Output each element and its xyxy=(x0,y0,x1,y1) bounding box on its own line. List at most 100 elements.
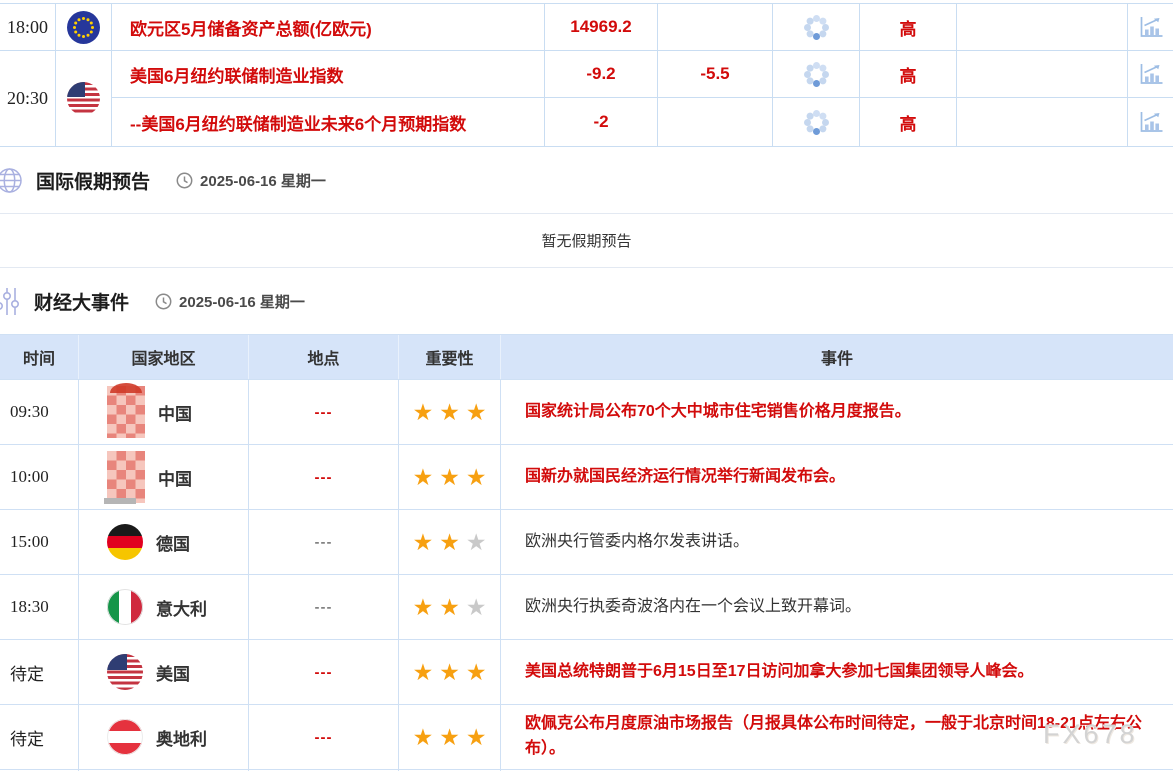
importance-level: 高 xyxy=(860,4,956,50)
events-section-date: 2025-06-16 星期一 xyxy=(155,291,305,312)
previous-value-cell xyxy=(773,98,859,146)
header-country: 国家地区 xyxy=(79,335,248,379)
forecast-value xyxy=(658,98,772,146)
star-icon: ★ xyxy=(439,531,460,554)
affect-cell xyxy=(957,98,1127,146)
country-name: 中国 xyxy=(158,400,192,425)
previous-value-cell xyxy=(773,4,859,50)
loading-spinner-icon xyxy=(814,25,819,30)
star-icon: ★ xyxy=(439,661,460,684)
fx678-watermark: FX678 xyxy=(1043,719,1138,750)
chart-cell xyxy=(1128,51,1173,97)
country-name: 德国 xyxy=(156,530,190,555)
event-text: 欧洲央行执委奇波洛内在一个会议上致开幕词。 xyxy=(501,575,1173,639)
event-row: 18:30意大利---★★★欧洲央行执委奇波洛内在一个会议上致开幕词。 xyxy=(0,575,1173,639)
events-section-header: 财经大事件 2025-06-16 星期一 xyxy=(0,268,1173,334)
importance-stars: ★★★ xyxy=(399,445,500,509)
header-importance: 重要性 xyxy=(399,335,500,379)
events-table-header: 时间 国家地区 地点 重要性 事件 xyxy=(0,335,1173,379)
importance-level: 高 xyxy=(860,51,956,97)
indicator-time: 20:30 xyxy=(0,51,55,146)
event-country: 奥地利 xyxy=(79,705,248,769)
importance-level: 高 xyxy=(860,98,956,146)
event-country: 德国 xyxy=(79,510,248,574)
bar-chart-icon[interactable] xyxy=(1138,15,1164,39)
event-row: 待定美国---★★★美国总统特朗普于6月15日至17日访问加拿大参加七国集团领导… xyxy=(0,640,1173,704)
indicator-time: 18:00 xyxy=(0,4,55,50)
star-icon: ★ xyxy=(466,661,487,684)
usa-flag-icon xyxy=(107,654,143,690)
event-country: 中国 xyxy=(79,445,248,509)
event-time: 09:30 xyxy=(0,380,78,444)
holiday-section-title: 国际假期预告 xyxy=(36,167,150,194)
event-time: 18:30 xyxy=(0,575,78,639)
header-event: 事件 xyxy=(501,335,1173,379)
star-icon: ★ xyxy=(413,531,434,554)
indicator-country-cell xyxy=(56,51,111,146)
indicator-name: 美国6月纽约联储制造业指数 xyxy=(112,51,544,97)
no-holiday-message: 暂无假期预告 xyxy=(0,214,1173,267)
chart-cell xyxy=(1128,98,1173,146)
star-icon: ★ xyxy=(466,596,487,619)
importance-stars: ★★★ xyxy=(399,705,500,769)
event-text: 欧洲央行管委内格尔发表讲话。 xyxy=(501,510,1173,574)
published-value: -9.2 xyxy=(545,51,657,97)
event-row: 10:00中国---★★★国新办就国民经济运行情况举行新闻发布会。 xyxy=(0,445,1173,509)
clock-icon xyxy=(176,172,193,189)
event-text: 国新办就国民经济运行情况举行新闻发布会。 xyxy=(501,445,1173,509)
star-icon: ★ xyxy=(413,401,434,424)
event-country: 意大利 xyxy=(79,575,248,639)
loading-spinner-icon xyxy=(814,120,819,125)
bar-chart-icon[interactable] xyxy=(1138,62,1164,86)
event-time: 10:00 xyxy=(0,445,78,509)
star-icon: ★ xyxy=(466,531,487,554)
country-name: 意大利 xyxy=(156,595,207,620)
event-location: --- xyxy=(249,445,398,509)
holiday-section-date: 2025-06-16 星期一 xyxy=(176,170,326,191)
event-location: --- xyxy=(249,640,398,704)
event-row: 09:30中国---★★★国家统计局公布70个大中城市住宅销售价格月度报告。 xyxy=(0,380,1173,444)
bar-chart-icon[interactable] xyxy=(1138,110,1164,134)
affect-cell xyxy=(957,51,1127,97)
eu-flag-icon xyxy=(67,11,100,44)
event-row: 待定奥地利---★★★欧佩克公布月度原油市场报告（月报具体公布时间待定，一般于北… xyxy=(0,705,1173,769)
indicator-name: 欧元区5月储备资产总额(亿欧元) xyxy=(112,4,544,50)
china-flag-censored xyxy=(107,451,145,503)
star-icon: ★ xyxy=(439,726,460,749)
china-flag-censored xyxy=(107,386,145,438)
event-country: 美国 xyxy=(79,640,248,704)
published-value: 14969.2 xyxy=(545,4,657,50)
importance-stars: ★★★ xyxy=(399,575,500,639)
event-time: 待定 xyxy=(0,640,78,704)
indicator-name: --美国6月纽约联储制造业未来6个月预期指数 xyxy=(112,98,544,146)
event-row: 15:00德国---★★★欧洲央行管委内格尔发表讲话。 xyxy=(0,510,1173,574)
country-name: 美国 xyxy=(156,660,190,685)
affect-cell xyxy=(957,4,1127,50)
event-country: 中国 xyxy=(79,380,248,444)
economic-data-table: 18:00 欧元区5月储备资产总额(亿欧元) 14969.2 高 20:30 xyxy=(0,3,1173,147)
loading-spinner-icon xyxy=(814,72,819,77)
star-icon: ★ xyxy=(413,466,434,489)
event-location: --- xyxy=(249,380,398,444)
country-name: 奥地利 xyxy=(156,725,207,750)
forecast-value: -5.5 xyxy=(658,51,772,97)
star-icon: ★ xyxy=(466,401,487,424)
clock-icon xyxy=(155,293,172,310)
chart-cell xyxy=(1128,4,1173,50)
italy-flag-icon xyxy=(107,589,143,625)
star-icon: ★ xyxy=(466,466,487,489)
usa-flag-icon xyxy=(67,82,100,115)
events-section-title: 财经大事件 xyxy=(34,288,129,315)
economic-calendar-page: 18:00 欧元区5月储备资产总额(亿欧元) 14969.2 高 20:30 xyxy=(0,0,1173,771)
header-location: 地点 xyxy=(249,335,398,379)
header-time: 时间 xyxy=(0,335,78,379)
event-location: --- xyxy=(249,575,398,639)
event-location: --- xyxy=(249,705,398,769)
event-time: 15:00 xyxy=(0,510,78,574)
germany-flag-icon xyxy=(107,524,143,560)
star-icon: ★ xyxy=(413,596,434,619)
event-time: 待定 xyxy=(0,705,78,769)
published-value: -2 xyxy=(545,98,657,146)
timeline-icon xyxy=(0,287,21,315)
event-text: 国家统计局公布70个大中城市住宅销售价格月度报告。 xyxy=(501,380,1173,444)
